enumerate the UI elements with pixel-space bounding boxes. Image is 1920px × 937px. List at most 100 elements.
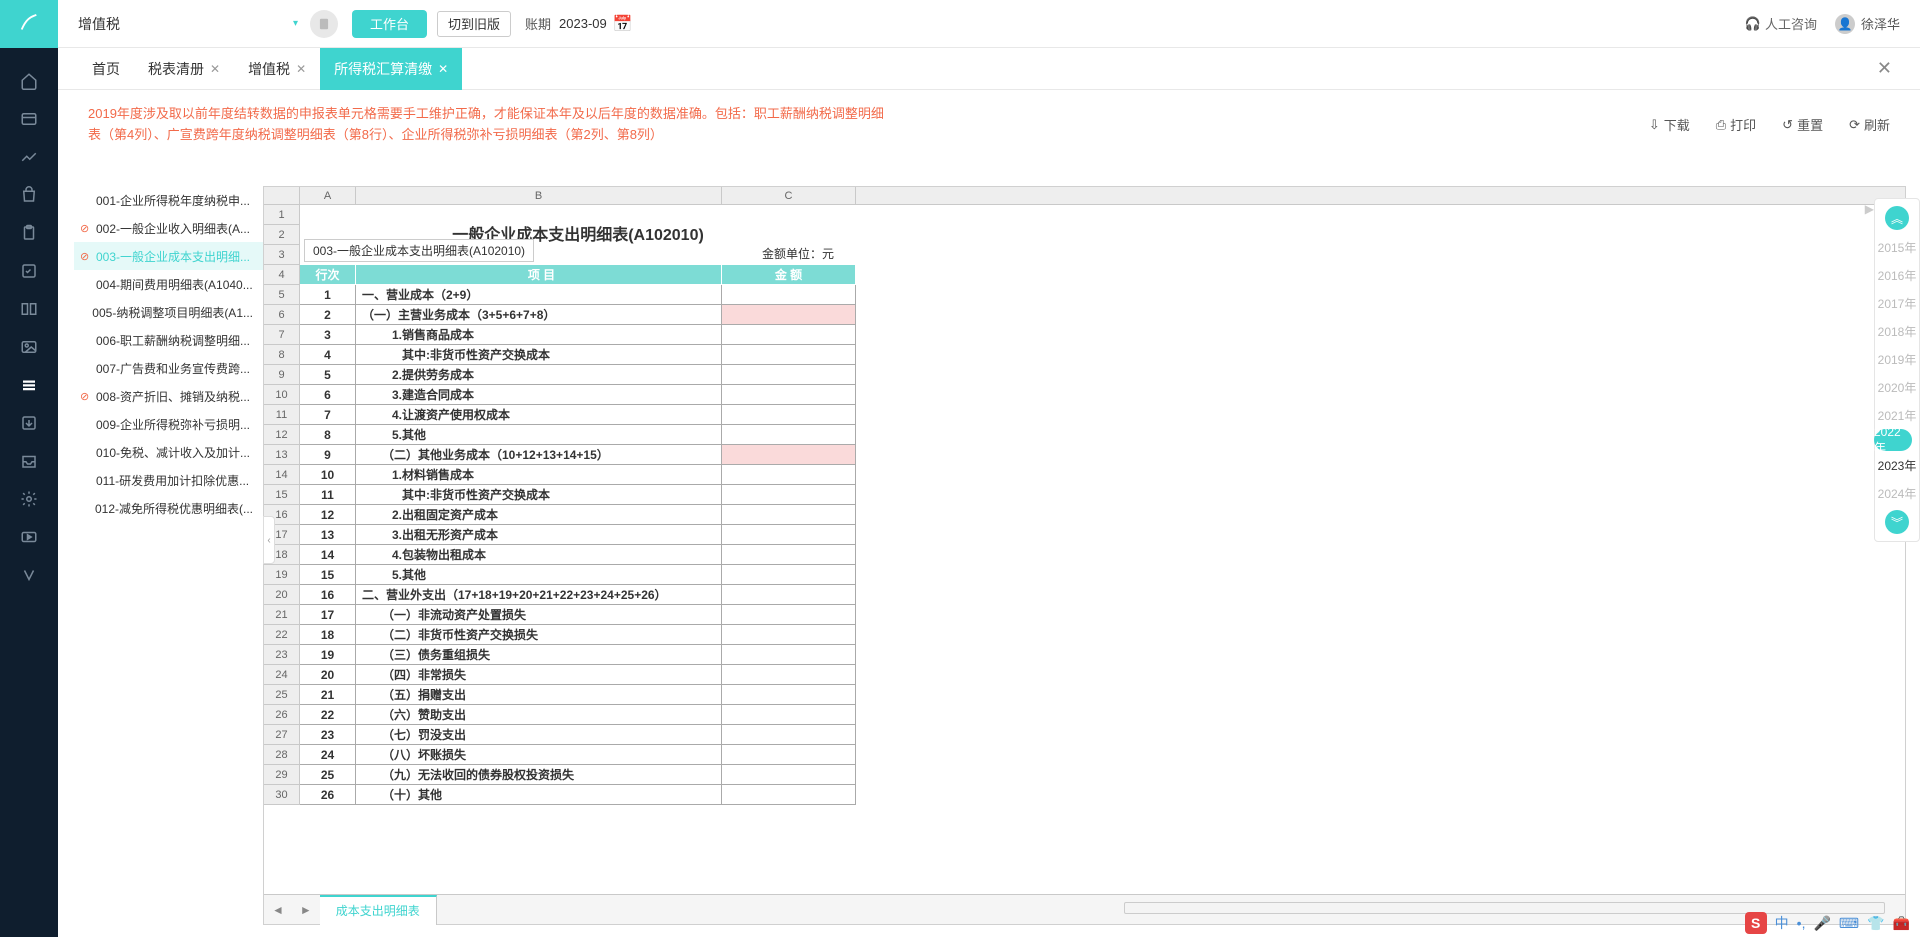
grid-body[interactable]: 1234行次项 目金 额51一、营业成本（2+9）62（一）主营业务成本（3+5… bbox=[264, 205, 1905, 894]
tree-item-8[interactable]: 009-企业所得税弥补亏损明... bbox=[74, 410, 263, 438]
cell-b[interactable]: （一）主营业务成本（3+5+6+7+8） bbox=[356, 305, 722, 325]
cell-a[interactable]: 24 bbox=[300, 745, 356, 765]
switch-old-button[interactable]: 切到旧版 bbox=[437, 11, 511, 37]
year-2024年[interactable]: 2024年 bbox=[1874, 479, 1920, 507]
cell-b[interactable]: 5.其他 bbox=[356, 565, 722, 585]
cell-b[interactable]: 4.让渡资产使用权成本 bbox=[356, 405, 722, 425]
year-2018年[interactable]: 2018年 bbox=[1874, 317, 1920, 345]
cell-c[interactable] bbox=[722, 685, 856, 705]
cell-c[interactable] bbox=[722, 725, 856, 745]
inbox-icon[interactable] bbox=[0, 442, 58, 480]
tree-item-1[interactable]: ⊘002-一般企业收入明细表(A... bbox=[74, 214, 263, 242]
ime-logo-icon[interactable]: S bbox=[1745, 912, 1767, 934]
row-header[interactable]: 6 bbox=[264, 305, 300, 325]
cell-b[interactable]: 5.其他 bbox=[356, 425, 722, 445]
cell-a[interactable]: 15 bbox=[300, 565, 356, 585]
period-value[interactable]: 2023-09 bbox=[559, 16, 607, 31]
cell-a[interactable]: 13 bbox=[300, 525, 356, 545]
cell-b[interactable]: 4.包装物出租成本 bbox=[356, 545, 722, 565]
cell-c[interactable] bbox=[722, 365, 856, 385]
year-2022年[interactable]: 2022年 bbox=[1874, 429, 1912, 451]
sheet-tab-active[interactable]: 成本支出明细表 bbox=[320, 895, 437, 925]
cell-b[interactable]: （九）无法收回的债券股权投资损失 bbox=[356, 765, 722, 785]
cell-a[interactable]: 1 bbox=[300, 285, 356, 305]
cell-a[interactable]: 9 bbox=[300, 445, 356, 465]
cell-b[interactable]: 3.出租无形资产成本 bbox=[356, 525, 722, 545]
image-icon[interactable] bbox=[0, 328, 58, 366]
refresh-button[interactable]: ⟳刷新 bbox=[1849, 104, 1890, 146]
support-link[interactable]: 🎧 人工咨询 bbox=[1745, 14, 1817, 33]
cell-a[interactable]: 25 bbox=[300, 765, 356, 785]
tab-0[interactable]: 首页 bbox=[78, 48, 134, 90]
cell-c[interactable] bbox=[722, 425, 856, 445]
print-button[interactable]: ⎙打印 bbox=[1716, 104, 1756, 146]
username[interactable]: 徐泽华 bbox=[1861, 14, 1900, 33]
tree-item-3[interactable]: 004-期间费用明细表(A1040... bbox=[74, 270, 263, 298]
sheet-nav-prev[interactable]: ◄ bbox=[264, 903, 292, 917]
year-2017年[interactable]: 2017年 bbox=[1874, 289, 1920, 317]
cell-a[interactable]: 4 bbox=[300, 345, 356, 365]
tab-1[interactable]: 税表清册✕ bbox=[134, 48, 234, 90]
cell-b[interactable]: （十）其他 bbox=[356, 785, 722, 805]
row-header[interactable]: 12 bbox=[264, 425, 300, 445]
export-icon[interactable] bbox=[0, 404, 58, 442]
close-icon[interactable]: ✕ bbox=[210, 62, 220, 76]
cell-b[interactable]: 2.出租固定资产成本 bbox=[356, 505, 722, 525]
avatar-icon[interactable]: 👤 bbox=[1835, 14, 1855, 34]
ime-toolbox-icon[interactable]: 🧰 bbox=[1893, 915, 1910, 932]
workstation-button[interactable]: 工作台 bbox=[352, 10, 427, 38]
year-2019年[interactable]: 2019年 bbox=[1874, 345, 1920, 373]
cell-b[interactable]: 1.销售商品成本 bbox=[356, 325, 722, 345]
row-header[interactable]: 7 bbox=[264, 325, 300, 345]
tree-item-6[interactable]: 007-广告费和业务宣传费跨... bbox=[74, 354, 263, 382]
cell-b[interactable]: （七）罚没支出 bbox=[356, 725, 722, 745]
cell-a[interactable]: 5 bbox=[300, 365, 356, 385]
cell-a[interactable]: 10 bbox=[300, 465, 356, 485]
row-header[interactable]: 24 bbox=[264, 665, 300, 685]
cell-a[interactable]: 8 bbox=[300, 425, 356, 445]
cell-b[interactable]: （三）债务重组损失 bbox=[356, 645, 722, 665]
cell-c[interactable] bbox=[722, 385, 856, 405]
cell-a[interactable]: 21 bbox=[300, 685, 356, 705]
cell-c[interactable] bbox=[722, 645, 856, 665]
row-header[interactable]: 8 bbox=[264, 345, 300, 365]
tree-item-10[interactable]: 011-研发费用加计扣除优惠... bbox=[74, 466, 263, 494]
collapse-handle[interactable]: ‹ bbox=[263, 516, 275, 564]
cell-b[interactable]: 2.提供劳务成本 bbox=[356, 365, 722, 385]
cell-c[interactable] bbox=[722, 565, 856, 585]
cell-a[interactable]: 3 bbox=[300, 325, 356, 345]
download-button[interactable]: ⇩下载 bbox=[1649, 104, 1690, 146]
bag-icon[interactable] bbox=[0, 176, 58, 214]
cell-a[interactable]: 23 bbox=[300, 725, 356, 745]
reset-button[interactable]: ↺重置 bbox=[1782, 104, 1823, 146]
cell-a[interactable]: 7 bbox=[300, 405, 356, 425]
row-header[interactable]: 9 bbox=[264, 365, 300, 385]
tab-2[interactable]: 增值税✕ bbox=[234, 48, 320, 90]
tree-item-7[interactable]: ⊘008-资产折旧、摊销及纳税... bbox=[74, 382, 263, 410]
ime-skin-icon[interactable]: 👕 bbox=[1867, 915, 1884, 932]
cell-c[interactable] bbox=[722, 345, 856, 365]
tree-item-9[interactable]: 010-免税、减计收入及加计... bbox=[74, 438, 263, 466]
row-header[interactable]: 10 bbox=[264, 385, 300, 405]
cell-b[interactable]: （五）捐赠支出 bbox=[356, 685, 722, 705]
row-header[interactable]: 23 bbox=[264, 645, 300, 665]
transfer-icon[interactable] bbox=[0, 290, 58, 328]
cell-a[interactable]: 19 bbox=[300, 645, 356, 665]
cell-a[interactable]: 22 bbox=[300, 705, 356, 725]
cell-b[interactable]: （四）非常损失 bbox=[356, 665, 722, 685]
cell-a[interactable]: 20 bbox=[300, 665, 356, 685]
tree-item-4[interactable]: 005-纳税调整项目明细表(A1... bbox=[74, 298, 263, 326]
cell-b[interactable]: （六）赞助支出 bbox=[356, 705, 722, 725]
cell-c[interactable] bbox=[722, 585, 856, 605]
cell-b[interactable]: 1.材料销售成本 bbox=[356, 465, 722, 485]
clipboard-icon[interactable] bbox=[0, 214, 58, 252]
row-header[interactable]: 1 bbox=[264, 205, 300, 225]
col-header-a[interactable]: A bbox=[300, 187, 356, 204]
cell-a[interactable]: 18 bbox=[300, 625, 356, 645]
v-icon[interactable] bbox=[0, 556, 58, 594]
breadcrumb-tag[interactable]: 003-一般企业成本支出明细表(A102010) bbox=[304, 239, 534, 262]
cell-a[interactable]: 12 bbox=[300, 505, 356, 525]
tax-icon[interactable] bbox=[0, 366, 58, 404]
cell-c[interactable] bbox=[722, 505, 856, 525]
cell-b[interactable]: 其中:非货币性资产交换成本 bbox=[356, 345, 722, 365]
